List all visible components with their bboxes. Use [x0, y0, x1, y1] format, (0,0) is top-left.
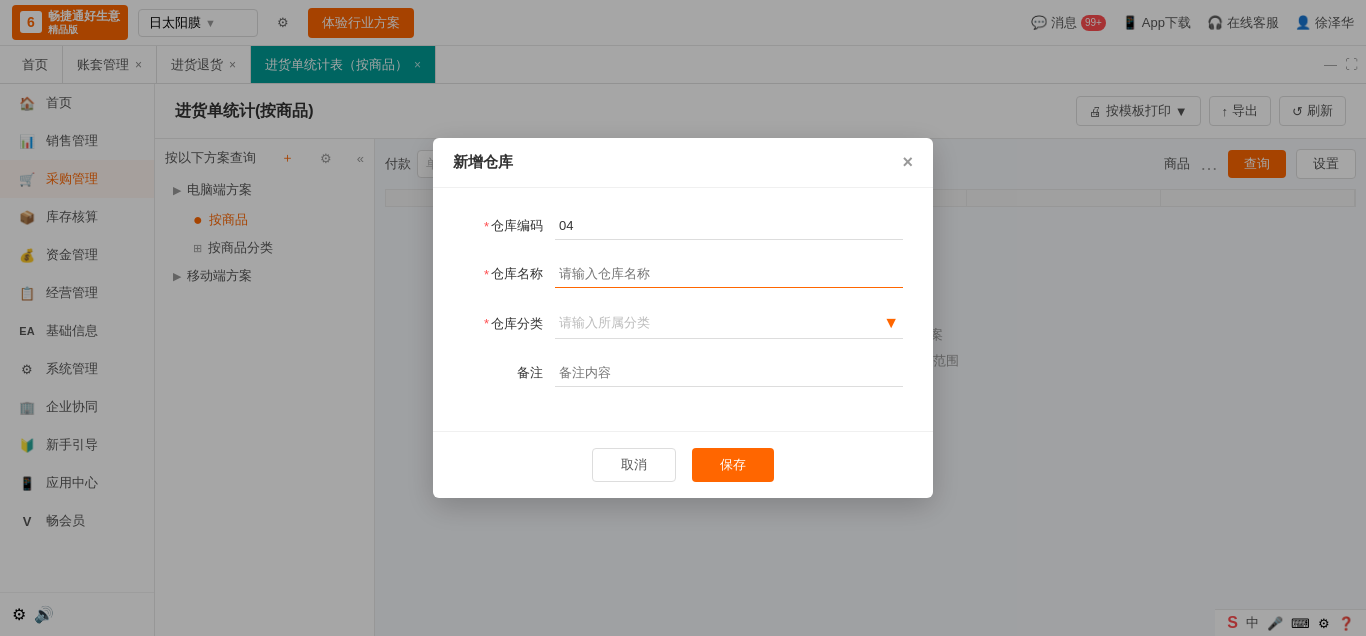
- category-placeholder: 请输入所属分类: [559, 314, 650, 332]
- form-row-code: * 仓库编码: [463, 212, 903, 240]
- code-label-text: 仓库编码: [491, 217, 543, 235]
- name-label-text: 仓库名称: [491, 265, 543, 283]
- category-chevron-icon: ▼: [883, 314, 899, 332]
- category-label: * 仓库分类: [463, 315, 543, 333]
- required-star-code: *: [484, 219, 489, 234]
- cancel-button[interactable]: 取消: [592, 448, 676, 482]
- remark-label-text: 备注: [517, 364, 543, 382]
- required-star-category: *: [484, 316, 489, 331]
- form-row-name: * 仓库名称: [463, 260, 903, 288]
- modal-header: 新增仓库 ×: [433, 138, 933, 188]
- save-button[interactable]: 保存: [692, 448, 774, 482]
- code-input[interactable]: [555, 212, 903, 240]
- modal-body: * 仓库编码 * 仓库名称 * 仓库分类 请输入: [433, 188, 933, 431]
- form-row-remark: 备注: [463, 359, 903, 387]
- form-row-category: * 仓库分类 请输入所属分类 ▼: [463, 308, 903, 339]
- name-input[interactable]: [555, 260, 903, 288]
- modal-footer: 取消 保存: [433, 431, 933, 498]
- modal-add-warehouse: 新增仓库 × * 仓库编码 * 仓库名称: [433, 138, 933, 498]
- code-label: * 仓库编码: [463, 217, 543, 235]
- modal-overlay: 新增仓库 × * 仓库编码 * 仓库名称: [0, 0, 1366, 636]
- remark-input[interactable]: [555, 359, 903, 387]
- category-select[interactable]: 请输入所属分类 ▼: [555, 308, 903, 339]
- modal-close-button[interactable]: ×: [902, 152, 913, 173]
- modal-title: 新增仓库: [453, 153, 513, 172]
- name-label: * 仓库名称: [463, 265, 543, 283]
- category-label-text: 仓库分类: [491, 315, 543, 333]
- remark-label: 备注: [463, 364, 543, 382]
- required-star-name: *: [484, 267, 489, 282]
